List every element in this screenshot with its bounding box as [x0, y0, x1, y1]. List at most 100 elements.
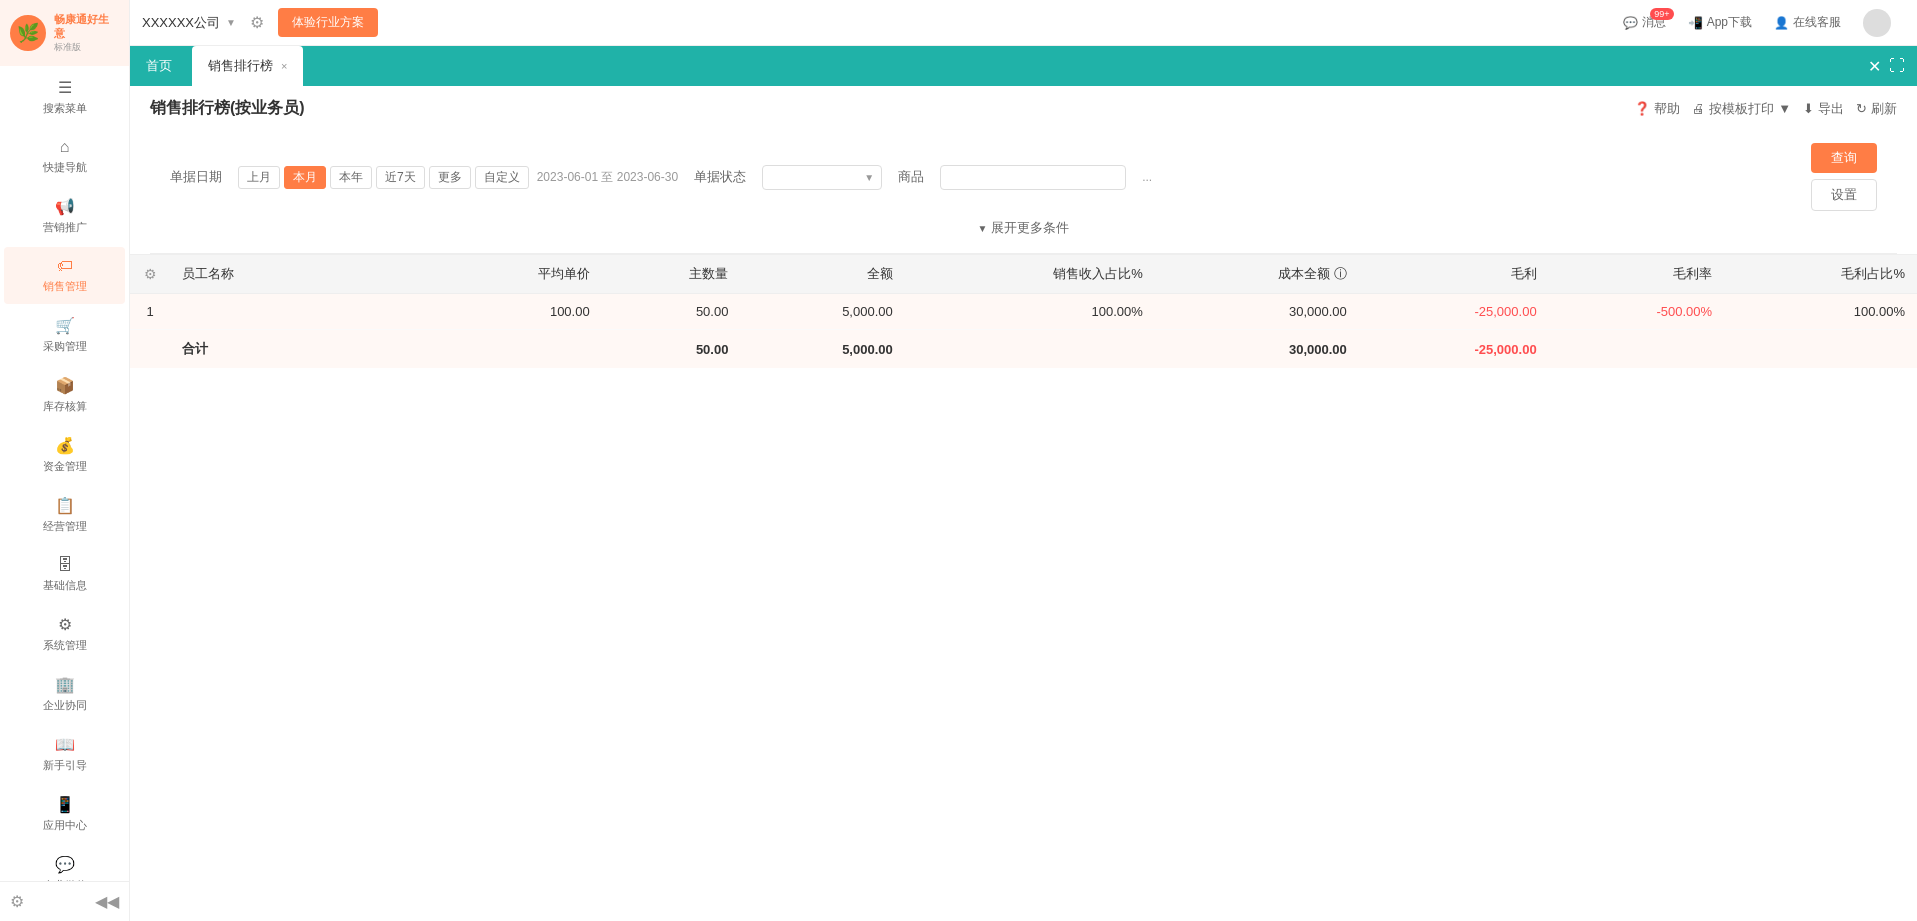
sidebar-item-quicknav[interactable]: ⌂ 快捷导航: [4, 128, 125, 185]
company-selector[interactable]: XXXXXX公司 ▼: [142, 14, 236, 32]
sidebar-item-appstore[interactable]: 📱 应用中心: [4, 785, 125, 843]
table-body: 1 100.00 50.00 5,000.00 100.00% 30,000.0…: [130, 294, 1917, 330]
collapse-icon[interactable]: ◀◀: [95, 892, 119, 911]
th-profit: 毛利: [1359, 255, 1549, 294]
sidebar-item-label: 快捷导航: [43, 160, 87, 175]
operations-icon: 📋: [55, 496, 75, 515]
th-cost: 成本全额 ⓘ: [1155, 255, 1359, 294]
sidebar-footer: ⚙ ◀◀: [0, 881, 129, 921]
goods-input[interactable]: [940, 165, 1126, 190]
service-label: 在线客服: [1793, 14, 1841, 31]
refresh-label: 刷新: [1871, 100, 1897, 118]
th-amount: 全额: [740, 255, 904, 294]
sidebar-item-label: 采购管理: [43, 339, 87, 354]
sidebar: 🌿 畅康通好生意 标准版 ☰ 搜索菜单 ⌂ 快捷导航 📢 营销推广 🏷 销售管理…: [0, 0, 130, 921]
date-btn-more[interactable]: 更多: [429, 166, 471, 189]
date-btn-7days[interactable]: 近7天: [376, 166, 425, 189]
tfoot-empty1: [130, 330, 170, 369]
td-rank: 1: [130, 294, 170, 330]
sidebar-item-wechat[interactable]: 💬 企业微信: [4, 845, 125, 881]
sidebar-item-sales[interactable]: 🏷 销售管理: [4, 247, 125, 304]
tabbar: 首页 销售排行榜 × ✕ ⛶: [130, 46, 1917, 86]
sidebar-item-marketing[interactable]: 📢 营销推广: [4, 187, 125, 245]
sidebar-item-basic[interactable]: 🗄 基础信息: [4, 546, 125, 603]
status-select[interactable]: [762, 165, 882, 190]
export-icon: ⬇: [1803, 101, 1814, 116]
sidebar-item-label: 基础信息: [43, 578, 87, 593]
trial-button[interactable]: 体验行业方案: [278, 8, 378, 37]
sidebar-item-system[interactable]: ⚙ 系统管理: [4, 605, 125, 663]
tab-sales-ranking[interactable]: 销售排行榜 ×: [192, 46, 303, 86]
tfoot-profit: -25,000.00: [1359, 330, 1549, 369]
td-profit-pct: 100.00%: [1724, 294, 1917, 330]
app-download-button[interactable]: 📲 App下载: [1688, 14, 1752, 31]
tfoot-profit-rate: [1549, 330, 1724, 369]
date-btn-this-month[interactable]: 本月: [284, 166, 326, 189]
system-icon: ⚙: [58, 615, 72, 634]
tfoot-profit-pct: [1724, 330, 1917, 369]
tfoot-avg-price: [434, 330, 601, 369]
tab-close-icon[interactable]: ×: [281, 60, 287, 72]
date-btn-custom[interactable]: 自定义: [475, 166, 529, 189]
query-button[interactable]: 查询: [1811, 143, 1877, 173]
td-avg-price: 100.00: [434, 294, 601, 330]
online-service-button[interactable]: 👤 在线客服: [1774, 14, 1841, 31]
td-sales-pct: 100.00%: [905, 294, 1155, 330]
settings-button[interactable]: 设置: [1811, 179, 1877, 211]
sidebar-item-label: 库存核算: [43, 399, 87, 414]
topbar-settings-icon[interactable]: ⚙: [250, 13, 264, 32]
page-header: 销售排行榜(按业务员) ❓ 帮助 🖨 按模板打印 ▼ ⬇ 导出: [130, 86, 1917, 255]
th-settings[interactable]: ⚙: [130, 255, 170, 294]
filter-more-link[interactable]: ...: [1142, 170, 1152, 184]
td-cost: 30,000.00: [1155, 294, 1359, 330]
th-avg-price: 平均单价: [434, 255, 601, 294]
tab-home-label: 首页: [146, 57, 172, 75]
tfoot-label: 合计: [170, 330, 434, 369]
sidebar-item-operations[interactable]: 📋 经营管理: [4, 486, 125, 544]
expand-more-label: 展开更多条件: [991, 219, 1069, 237]
sidebar-nav: ☰ 搜索菜单 ⌂ 快捷导航 📢 营销推广 🏷 销售管理 🛒 采购管理 📦 库存核…: [0, 66, 129, 881]
tabbar-expand-icon[interactable]: ⛶: [1889, 57, 1905, 75]
appstore-icon: 📱: [55, 795, 75, 814]
sidebar-item-finance[interactable]: 💰 资金管理: [4, 426, 125, 484]
company-name: XXXXXX公司: [142, 14, 220, 32]
message-button[interactable]: 💬 消息 99+: [1623, 14, 1666, 31]
settings-footer-icon[interactable]: ⚙: [10, 892, 24, 911]
td-qty: 50.00: [602, 294, 741, 330]
help-button[interactable]: ❓ 帮助: [1634, 100, 1680, 118]
sidebar-item-guide[interactable]: 📖 新手引导: [4, 725, 125, 783]
sidebar-item-purchase[interactable]: 🛒 采购管理: [4, 306, 125, 364]
page-content: 销售排行榜(按业务员) ❓ 帮助 🖨 按模板打印 ▼ ⬇ 导出: [130, 86, 1917, 921]
user-avatar[interactable]: [1863, 9, 1891, 37]
table-header-row: ⚙ 员工名称 平均单价 主数量 全额 销售收入占比% 成本全额 ⓘ 毛利 毛利率…: [130, 255, 1917, 294]
sidebar-item-label: 新手引导: [43, 758, 87, 773]
table-footer: 合计 50.00 5,000.00 30,000.00 -25,000.00: [130, 330, 1917, 369]
message-badge: 99+: [1650, 8, 1673, 20]
expand-more-icon: ▼: [978, 223, 988, 234]
tabbar-close-icon[interactable]: ✕: [1868, 57, 1881, 76]
sidebar-item-search[interactable]: ☰ 搜索菜单: [4, 68, 125, 126]
basic-icon: 🗄: [57, 556, 73, 574]
sidebar-item-inventory[interactable]: 📦 库存核算: [4, 366, 125, 424]
app-download-icon: 📲: [1688, 16, 1703, 30]
expand-more-button[interactable]: ▼ 展开更多条件: [170, 211, 1877, 241]
message-icon: 💬: [1623, 16, 1638, 30]
sales-ranking-table: ⚙ 员工名称 平均单价 主数量 全额 销售收入占比% 成本全额 ⓘ 毛利 毛利率…: [130, 255, 1917, 368]
print-label: 按模板打印: [1709, 100, 1774, 118]
sales-icon: 🏷: [57, 257, 73, 275]
th-qty: 主数量: [602, 255, 741, 294]
date-btn-this-year[interactable]: 本年: [330, 166, 372, 189]
export-label: 导出: [1818, 100, 1844, 118]
refresh-button[interactable]: ↻ 刷新: [1856, 100, 1897, 118]
tab-sales-ranking-label: 销售排行榜: [208, 57, 273, 75]
th-employee-name: 员工名称: [170, 255, 434, 294]
tfoot-qty: 50.00: [602, 330, 741, 369]
export-button[interactable]: ⬇ 导出: [1803, 100, 1844, 118]
help-icon: ❓: [1634, 101, 1650, 116]
logo-badge: 标准版: [54, 41, 119, 54]
sidebar-logo: 🌿 畅康通好生意 标准版: [0, 0, 129, 66]
print-button[interactable]: 🖨 按模板打印 ▼: [1692, 100, 1791, 118]
date-btn-last-month[interactable]: 上月: [238, 166, 280, 189]
tab-home[interactable]: 首页: [130, 46, 188, 86]
sidebar-item-enterprise[interactable]: 🏢 企业协同: [4, 665, 125, 723]
